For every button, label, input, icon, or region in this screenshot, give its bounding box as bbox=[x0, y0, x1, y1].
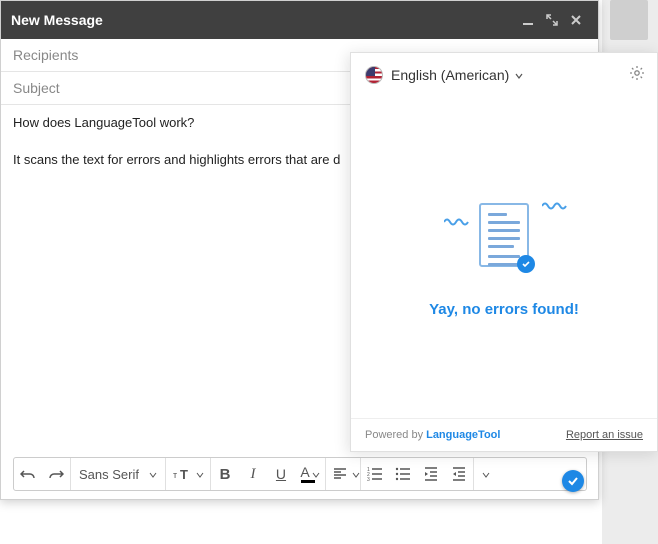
underline-button[interactable]: U bbox=[267, 458, 295, 490]
report-issue-link[interactable]: Report an issue bbox=[566, 429, 643, 441]
minimize-icon bbox=[521, 13, 535, 27]
checkmark-icon bbox=[567, 475, 579, 487]
indent-more-icon bbox=[451, 466, 467, 482]
compose-header: New Message bbox=[1, 1, 598, 39]
close-button[interactable] bbox=[564, 8, 588, 32]
format-toolbar: Sans Serif тT B I U A 123 bbox=[13, 457, 587, 491]
bold-icon: B bbox=[220, 466, 231, 483]
expand-icon bbox=[545, 13, 559, 27]
svg-text:т: т bbox=[173, 470, 177, 480]
languagetool-badge[interactable] bbox=[562, 470, 584, 492]
font-size-icon: тT bbox=[172, 467, 192, 481]
text-color-button[interactable]: A bbox=[295, 458, 325, 490]
languagetool-popup: English (American) Yay, no errors found!… bbox=[350, 52, 658, 452]
language-select[interactable]: English (American) bbox=[391, 67, 523, 83]
indent-less-icon bbox=[423, 466, 439, 482]
numbered-list-button[interactable]: 123 bbox=[361, 458, 389, 490]
align-select[interactable] bbox=[326, 458, 360, 490]
redo-button[interactable] bbox=[42, 458, 70, 490]
font-family-label: Sans Serif bbox=[79, 467, 139, 482]
minimize-button[interactable] bbox=[516, 8, 540, 32]
lt-headline: Yay, no errors found! bbox=[429, 301, 579, 318]
indent-less-button[interactable] bbox=[417, 458, 445, 490]
fullscreen-button[interactable] bbox=[540, 8, 564, 32]
close-icon bbox=[569, 13, 583, 27]
window-title: New Message bbox=[11, 12, 516, 28]
lt-result-area: Yay, no errors found! bbox=[351, 94, 657, 418]
numbered-list-icon: 123 bbox=[367, 466, 383, 482]
language-label: English (American) bbox=[391, 67, 509, 83]
undo-button[interactable] bbox=[14, 458, 42, 490]
more-formatting-button[interactable] bbox=[474, 458, 498, 490]
chevron-down-icon bbox=[352, 467, 360, 482]
powered-by-label: Powered by bbox=[365, 429, 423, 441]
align-left-icon bbox=[332, 466, 348, 482]
color-swatch bbox=[301, 480, 315, 483]
indent-more-button[interactable] bbox=[445, 458, 473, 490]
font-family-select[interactable]: Sans Serif bbox=[71, 458, 165, 490]
bold-button[interactable]: B bbox=[211, 458, 239, 490]
settings-button[interactable] bbox=[629, 65, 645, 84]
no-errors-illustration bbox=[444, 195, 564, 275]
page-scrollbar-thumb[interactable] bbox=[610, 0, 648, 40]
bullet-list-icon bbox=[395, 466, 411, 482]
brand-link[interactable]: LanguageTool bbox=[426, 429, 500, 441]
chevron-down-icon bbox=[149, 467, 157, 482]
chevron-down-icon bbox=[482, 467, 490, 482]
redo-icon bbox=[48, 466, 64, 482]
gear-icon bbox=[629, 65, 645, 81]
lt-footer: Powered by LanguageTool Report an issue bbox=[351, 418, 657, 451]
svg-text:3: 3 bbox=[367, 477, 370, 482]
svg-text:T: T bbox=[180, 467, 188, 481]
text-color-icon: A bbox=[300, 464, 309, 480]
checkmark-badge-icon bbox=[517, 255, 535, 273]
underline-icon: U bbox=[276, 466, 286, 482]
lt-header: English (American) bbox=[351, 53, 657, 94]
chevron-down-icon bbox=[196, 467, 204, 482]
undo-icon bbox=[20, 466, 36, 482]
font-size-select[interactable]: тT bbox=[166, 458, 210, 490]
flag-us-icon bbox=[365, 66, 383, 84]
document-icon bbox=[479, 203, 529, 267]
bullet-list-button[interactable] bbox=[389, 458, 417, 490]
chevron-down-icon bbox=[515, 67, 523, 83]
italic-button[interactable]: I bbox=[239, 458, 267, 490]
italic-icon: I bbox=[250, 466, 255, 483]
